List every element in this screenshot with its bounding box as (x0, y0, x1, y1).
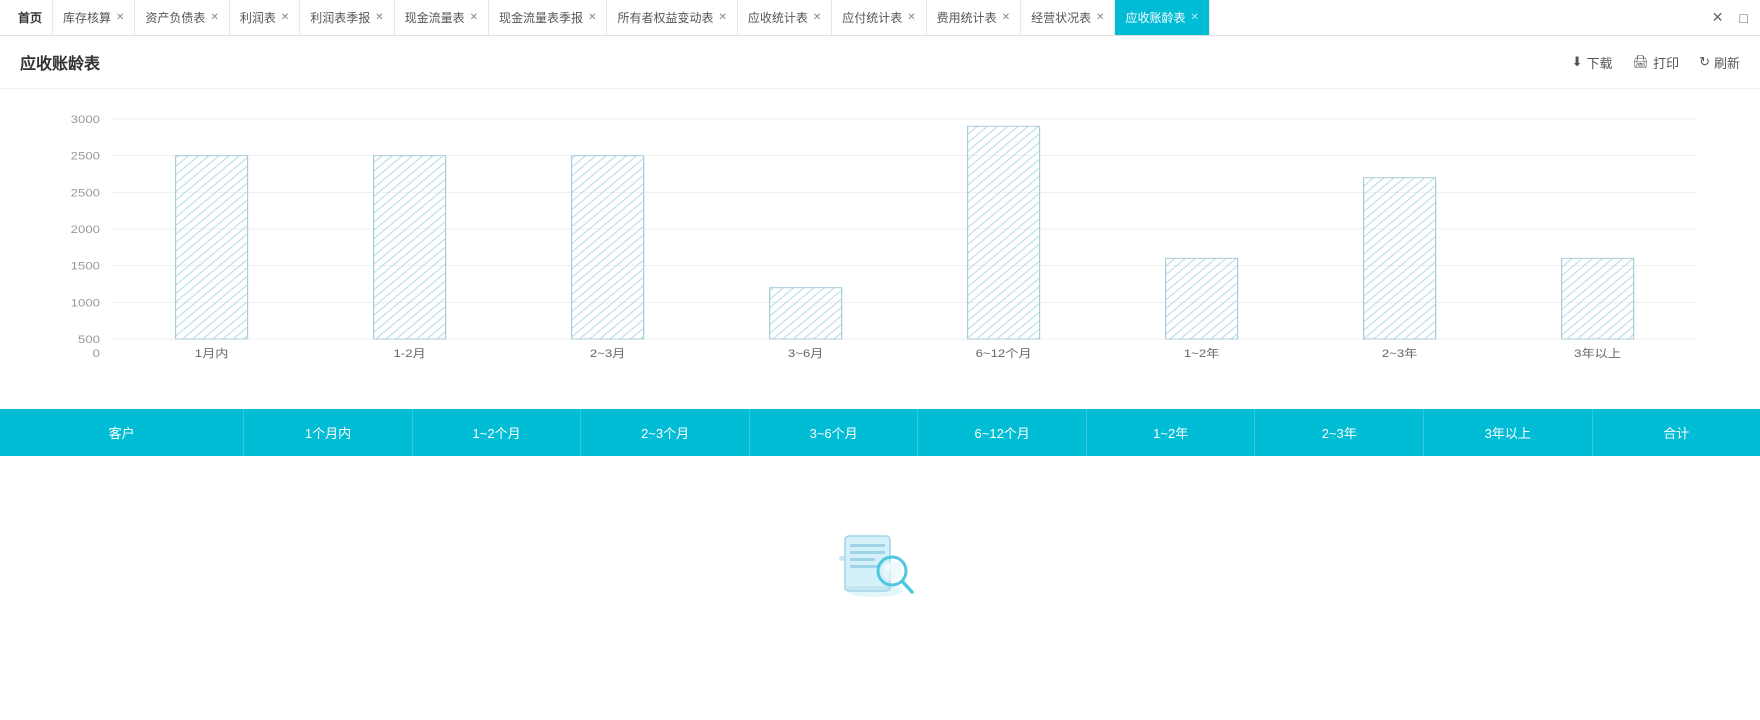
chart-area: 3000 2500 2500 2000 1500 1000 500 0 1月内 … (0, 89, 1760, 409)
close-tab-cashflow[interactable]: ✕ (470, 12, 478, 23)
th-6-12month: 6~12个月 (918, 409, 1087, 456)
tab-bar: 首页 库存核算 ✕ 资产负债表 ✕ 利润表 ✕ 利润表季报 ✕ 现金流量表 ✕ … (0, 0, 1760, 36)
bar-1-2年 (1166, 258, 1238, 339)
svg-text:2500: 2500 (71, 150, 101, 163)
tab-profit-quarterly[interactable]: 利润表季报 ✕ (300, 0, 394, 36)
bar-chart: 3000 2500 2500 2000 1500 1000 500 0 1月内 … (40, 109, 1720, 389)
tab-aging[interactable]: 应收账龄表 ✕ (1115, 0, 1209, 36)
svg-text:2000: 2000 (71, 223, 101, 236)
tab-payable-stat[interactable]: 应付统计表 ✕ (832, 0, 926, 36)
print-icon: 🖨 (1633, 54, 1650, 70)
page-container: 应收账龄表 ⬇ 下载 🖨 打印 ↻ 刷新 (0, 36, 1760, 720)
bar-6-12月 (968, 126, 1040, 339)
tab-profit[interactable]: 利润表 ✕ (230, 0, 300, 36)
svg-text:2500: 2500 (71, 186, 101, 199)
svg-text:1月内: 1月内 (195, 347, 229, 360)
close-tab-equity[interactable]: ✕ (718, 12, 726, 23)
empty-state (0, 456, 1760, 676)
page-title: 应收账龄表 (20, 50, 100, 74)
minimize-button[interactable]: ✕ (1708, 7, 1728, 28)
bar-1-2月 (374, 156, 446, 339)
tab-inventory[interactable]: 库存核算 ✕ (53, 0, 135, 36)
tab-expense-stat[interactable]: 费用统计表 ✕ (927, 0, 1021, 36)
th-3year-plus: 3年以上 (1424, 409, 1593, 456)
svg-text:3~6月: 3~6月 (788, 347, 824, 360)
th-1month: 1个月内 (244, 409, 413, 456)
svg-text:1-2月: 1-2月 (393, 347, 425, 360)
svg-text:3年以上: 3年以上 (1574, 347, 1621, 360)
close-tab-inventory[interactable]: ✕ (116, 12, 124, 23)
bar-1月内 (176, 156, 248, 339)
svg-text:1000: 1000 (71, 296, 101, 309)
page-header: 应收账龄表 ⬇ 下载 🖨 打印 ↻ 刷新 (0, 36, 1760, 89)
tab-receivable-stat[interactable]: 应收统计表 ✕ (738, 0, 832, 36)
th-1-2month: 1~2个月 (413, 409, 582, 456)
refresh-icon: ↻ (1699, 54, 1710, 70)
close-tab-payable-stat[interactable]: ✕ (907, 12, 915, 23)
th-2-3month: 2~3个月 (581, 409, 750, 456)
th-2-3year: 2~3年 (1255, 409, 1424, 456)
close-tab-profit-quarterly[interactable]: ✕ (375, 12, 383, 23)
svg-text:2~3年: 2~3年 (1382, 347, 1418, 360)
maximize-button[interactable]: □ (1736, 8, 1752, 28)
close-tab-balance[interactable]: ✕ (210, 12, 218, 23)
table-header: 客户 1个月内 1~2个月 2~3个月 3~6个月 6~12个月 1~2年 2~… (0, 409, 1760, 456)
close-tab-operation[interactable]: ✕ (1096, 12, 1104, 23)
download-button[interactable]: ⬇ 下载 (1572, 53, 1613, 72)
tab-cashflow-quarterly[interactable]: 现金流量表季报 ✕ (489, 0, 607, 36)
close-tab-cashflow-quarterly[interactable]: ✕ (588, 12, 596, 23)
close-tab-profit[interactable]: ✕ (281, 12, 289, 23)
print-button[interactable]: 🖨 打印 (1633, 53, 1680, 72)
close-tab-aging[interactable]: ✕ (1191, 12, 1199, 23)
page-actions: ⬇ 下载 🖨 打印 ↻ 刷新 (1572, 53, 1740, 72)
tab-home[interactable]: 首页 (8, 0, 53, 36)
close-tab-expense-stat[interactable]: ✕ (1002, 12, 1010, 23)
bar-3-6月 (770, 288, 842, 339)
svg-text:500: 500 (78, 333, 100, 346)
svg-text:0: 0 (93, 347, 101, 360)
refresh-button[interactable]: ↻ 刷新 (1699, 53, 1740, 72)
download-icon: ⬇ (1572, 54, 1583, 70)
tab-cashflow[interactable]: 现金流量表 ✕ (395, 0, 489, 36)
bar-3年以上 (1562, 258, 1634, 339)
th-1-2year: 1~2年 (1087, 409, 1256, 456)
svg-text:1~2年: 1~2年 (1184, 347, 1220, 360)
tab-operation[interactable]: 经营状况表 ✕ (1021, 0, 1115, 36)
svg-text:6~12个月: 6~12个月 (976, 347, 1032, 360)
chart-wrapper: 3000 2500 2500 2000 1500 1000 500 0 1月内 … (40, 109, 1720, 389)
tab-equity[interactable]: 所有者权益变动表 ✕ (607, 0, 737, 36)
bar-2-3月 (572, 156, 644, 339)
svg-text:3000: 3000 (71, 113, 101, 126)
empty-illustration (820, 516, 940, 616)
bar-2-3年 (1364, 178, 1436, 339)
close-tab-receivable-stat[interactable]: ✕ (813, 12, 821, 23)
th-3-6month: 3~6个月 (750, 409, 919, 456)
svg-text:2~3月: 2~3月 (590, 347, 626, 360)
th-total: 合计 (1593, 409, 1760, 456)
th-customer: 客户 (0, 409, 244, 456)
svg-text:1500: 1500 (71, 260, 101, 273)
tab-balance[interactable]: 资产负债表 ✕ (135, 0, 229, 36)
window-actions: ✕ □ (1708, 7, 1752, 28)
